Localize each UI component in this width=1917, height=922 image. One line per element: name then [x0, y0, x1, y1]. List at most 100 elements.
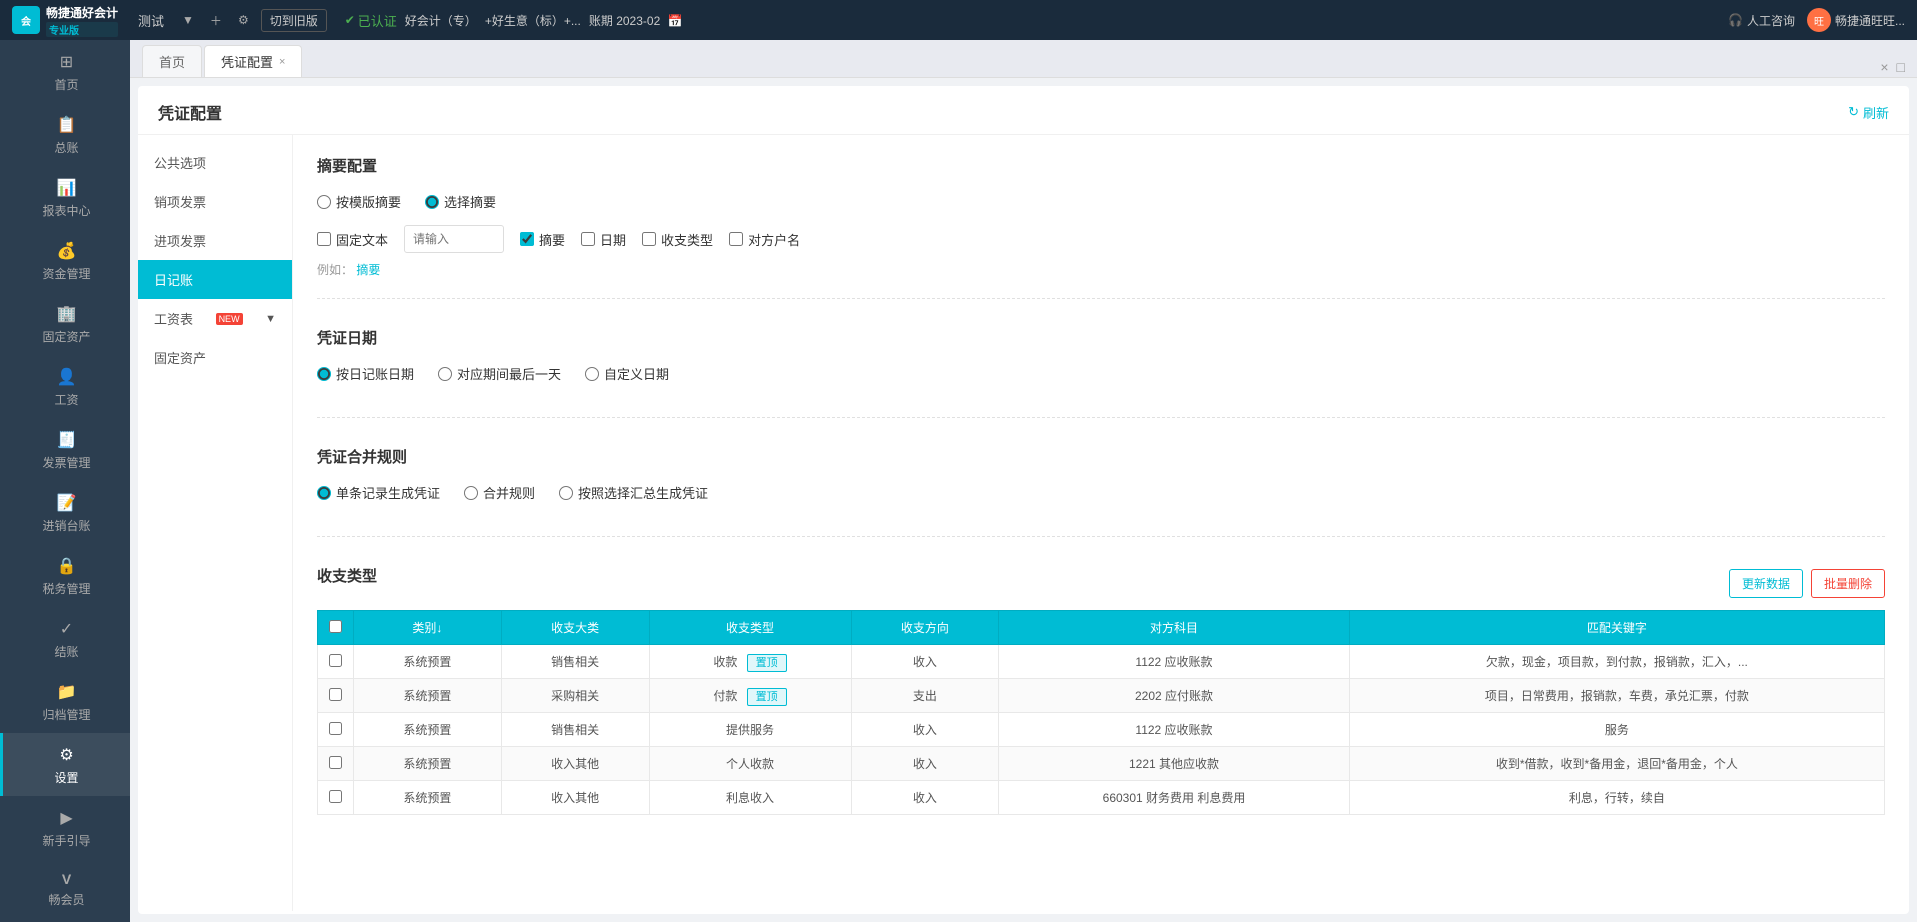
- sidebar-item-purchase-sales[interactable]: 📝 进销台账: [0, 481, 130, 544]
- td-keywords-1: 项目，日常费用，报销款，车费，承兑汇票，付款: [1349, 679, 1884, 713]
- voucher-date-radio-group: 按日记账日期 对应期间最后一天 自定义日期: [317, 364, 1885, 383]
- sidebar-item-archive[interactable]: 📁 归档管理: [0, 670, 130, 733]
- consult-btn[interactable]: 🎧 人工咨询: [1728, 12, 1795, 29]
- fixed-text-checkbox[interactable]: [317, 232, 331, 246]
- sidebar-item-salary[interactable]: 👤 工资: [0, 355, 130, 418]
- radio-summary-input[interactable]: [559, 486, 573, 500]
- td-category-2: 系统预置: [354, 713, 502, 747]
- income-type-checkbox[interactable]: [642, 232, 656, 246]
- tab-bar: 首页 凭证配置 × × □: [130, 40, 1917, 78]
- row-checkbox-4[interactable]: [329, 790, 342, 803]
- top-bar: 会 畅捷通好会计 专业版 测试 ▼ ＋ ⚙ 切到旧版 ✔ 已认证 好会计（专） …: [0, 0, 1917, 40]
- select-all-checkbox[interactable]: [329, 620, 342, 633]
- calendar-icon[interactable]: 📅: [668, 14, 683, 28]
- income-expense-title: 收支类型: [317, 565, 377, 586]
- radio-summary[interactable]: 按照选择汇总生成凭证: [559, 483, 708, 502]
- tab-home[interactable]: 首页: [142, 45, 202, 77]
- inner-sidebar-public[interactable]: 公共选项: [138, 143, 292, 182]
- row-checkbox-1[interactable]: [329, 688, 342, 701]
- sidebar-item-closing[interactable]: ✓ 结账: [0, 607, 130, 670]
- th-type: 收支类型: [649, 611, 851, 645]
- counterparty-checkbox[interactable]: [729, 232, 743, 246]
- window-close-btn[interactable]: ×: [1880, 59, 1888, 75]
- voucher-date-title: 凭证日期: [317, 327, 1885, 348]
- sidebar-item-funds[interactable]: 💰 资金管理: [0, 229, 130, 292]
- purchase-sales-icon: 📝: [57, 493, 77, 513]
- sidebar-item-invoice[interactable]: 🧾 发票管理: [0, 418, 130, 481]
- radio-single-input[interactable]: [317, 486, 331, 500]
- table-row: 系统预置 收入其他 个人收款 收入 1221 其他应收款 收到*借款，收到*备用…: [318, 747, 1885, 781]
- checkbox-summary[interactable]: 摘要: [520, 230, 565, 249]
- assets-icon: 🏢: [57, 304, 77, 324]
- content-area: 首页 凭证配置 × × □ 凭证配置 ↻ 刷新: [130, 40, 1917, 922]
- inner-sidebar-sales-invoice[interactable]: 销项发票: [138, 182, 292, 221]
- radio-select-input[interactable]: [425, 195, 439, 209]
- radio-merge-input[interactable]: [464, 486, 478, 500]
- sidebar-item-guide[interactable]: ▶ 新手引导: [0, 796, 130, 859]
- merge-rule-section: 凭证合并规则 单条记录生成凭证 合并规则: [317, 446, 1885, 537]
- sidebar-label-archive: 归档管理: [42, 706, 90, 723]
- th-keywords: 匹配关键字: [1349, 611, 1884, 645]
- new-badge: NEW: [216, 313, 243, 325]
- ledger-icon: 📋: [57, 115, 77, 135]
- app-name: 畅捷通好会计: [46, 4, 118, 21]
- checkbox-fixed-text[interactable]: 固定文本: [317, 230, 388, 249]
- table-row: 系统预置 采购相关 付款 置顶 支出 2202 应付账款 项目，日常费用，报销款…: [318, 679, 1885, 713]
- refresh-btn[interactable]: ↻ 刷新: [1848, 103, 1889, 122]
- radio-single[interactable]: 单条记录生成凭证: [317, 483, 440, 502]
- date-checkbox[interactable]: [581, 232, 595, 246]
- radio-select[interactable]: 选择摘要: [425, 192, 496, 211]
- radio-custom-input[interactable]: [585, 367, 599, 381]
- expand-btn[interactable]: ▼: [178, 11, 198, 29]
- sidebar-item-home[interactable]: ⊞ 首页: [0, 40, 130, 103]
- summary-checkbox[interactable]: [520, 232, 534, 246]
- add-btn[interactable]: ＋: [206, 10, 226, 31]
- sidebar-label-reports: 报表中心: [42, 202, 90, 219]
- status-area: ✔ 已认证 好会计（专） +好生意（标）+... 账期 2023-02 📅: [345, 11, 683, 30]
- income-expense-table: 类别↓ 收支大类 收支类型 收支方向 对方科目 匹配关键字: [317, 610, 1885, 815]
- settings-btn[interactable]: ⚙: [234, 11, 253, 29]
- top-tag-0[interactable]: 置顶: [747, 654, 787, 672]
- radio-merge[interactable]: 合并规则: [464, 483, 535, 502]
- radio-template[interactable]: 按模版摘要: [317, 192, 401, 211]
- batch-delete-btn[interactable]: 批量删除: [1811, 569, 1885, 598]
- tab-voucher-config[interactable]: 凭证配置 ×: [204, 45, 302, 77]
- switch-version-btn[interactable]: 切到旧版: [261, 9, 327, 32]
- inner-sidebar-payroll[interactable]: 工资表 NEW ▼: [138, 299, 292, 338]
- radio-last-day-input[interactable]: [438, 367, 452, 381]
- radio-template-input[interactable]: [317, 195, 331, 209]
- example-text: 例如： 摘要: [317, 261, 1885, 278]
- sidebar-item-tax[interactable]: 🔒 税务管理: [0, 544, 130, 607]
- inner-sidebar-journal[interactable]: 日记账: [138, 260, 292, 299]
- sidebar-item-assets[interactable]: 🏢 固定资产: [0, 292, 130, 355]
- sidebar-item-settings[interactable]: ⚙ 设置: [0, 733, 130, 796]
- row-checkbox-2[interactable]: [329, 722, 342, 735]
- inner-sidebar-fixed-assets[interactable]: 固定资产: [138, 338, 292, 377]
- radio-custom-date[interactable]: 自定义日期: [585, 364, 669, 383]
- user-menu[interactable]: 旺 畅捷通旺旺...: [1807, 8, 1905, 32]
- tab-close-btn[interactable]: ×: [279, 56, 285, 68]
- window-max-btn[interactable]: □: [1897, 59, 1905, 75]
- radio-daily-input[interactable]: [317, 367, 331, 381]
- row-checkbox-0[interactable]: [329, 654, 342, 667]
- reports-icon: 📊: [57, 178, 77, 198]
- checkbox-date[interactable]: 日期: [581, 230, 626, 249]
- sidebar-label-tax: 税务管理: [42, 580, 90, 597]
- sidebar-label-funds: 资金管理: [42, 265, 90, 282]
- top-tag-1[interactable]: 置顶: [747, 688, 787, 706]
- sidebar-item-reports[interactable]: 📊 报表中心: [0, 166, 130, 229]
- update-data-btn[interactable]: 更新数据: [1729, 569, 1803, 598]
- radio-last-day[interactable]: 对应期间最后一天: [438, 364, 561, 383]
- checkbox-counterparty[interactable]: 对方户名: [729, 230, 800, 249]
- radio-daily-date[interactable]: 按日记账日期: [317, 364, 414, 383]
- sidebar-item-ledger[interactable]: 📋 总账: [0, 103, 130, 166]
- inner-layout: 公共选项 销项发票 进项发票 日记账 工资表 NEW ▼: [138, 135, 1909, 911]
- sidebar-item-member[interactable]: V 畅会员: [0, 859, 130, 918]
- checkbox-income-type[interactable]: 收支类型: [642, 230, 713, 249]
- fixed-text-input[interactable]: [404, 225, 504, 253]
- inner-sidebar-purchase-invoice[interactable]: 进项发票: [138, 221, 292, 260]
- th-major-type: 收支大类: [501, 611, 649, 645]
- row-checkbox-3[interactable]: [329, 756, 342, 769]
- td-category-0: 系统预置: [354, 645, 502, 679]
- sidebar-label-home: 首页: [54, 76, 78, 93]
